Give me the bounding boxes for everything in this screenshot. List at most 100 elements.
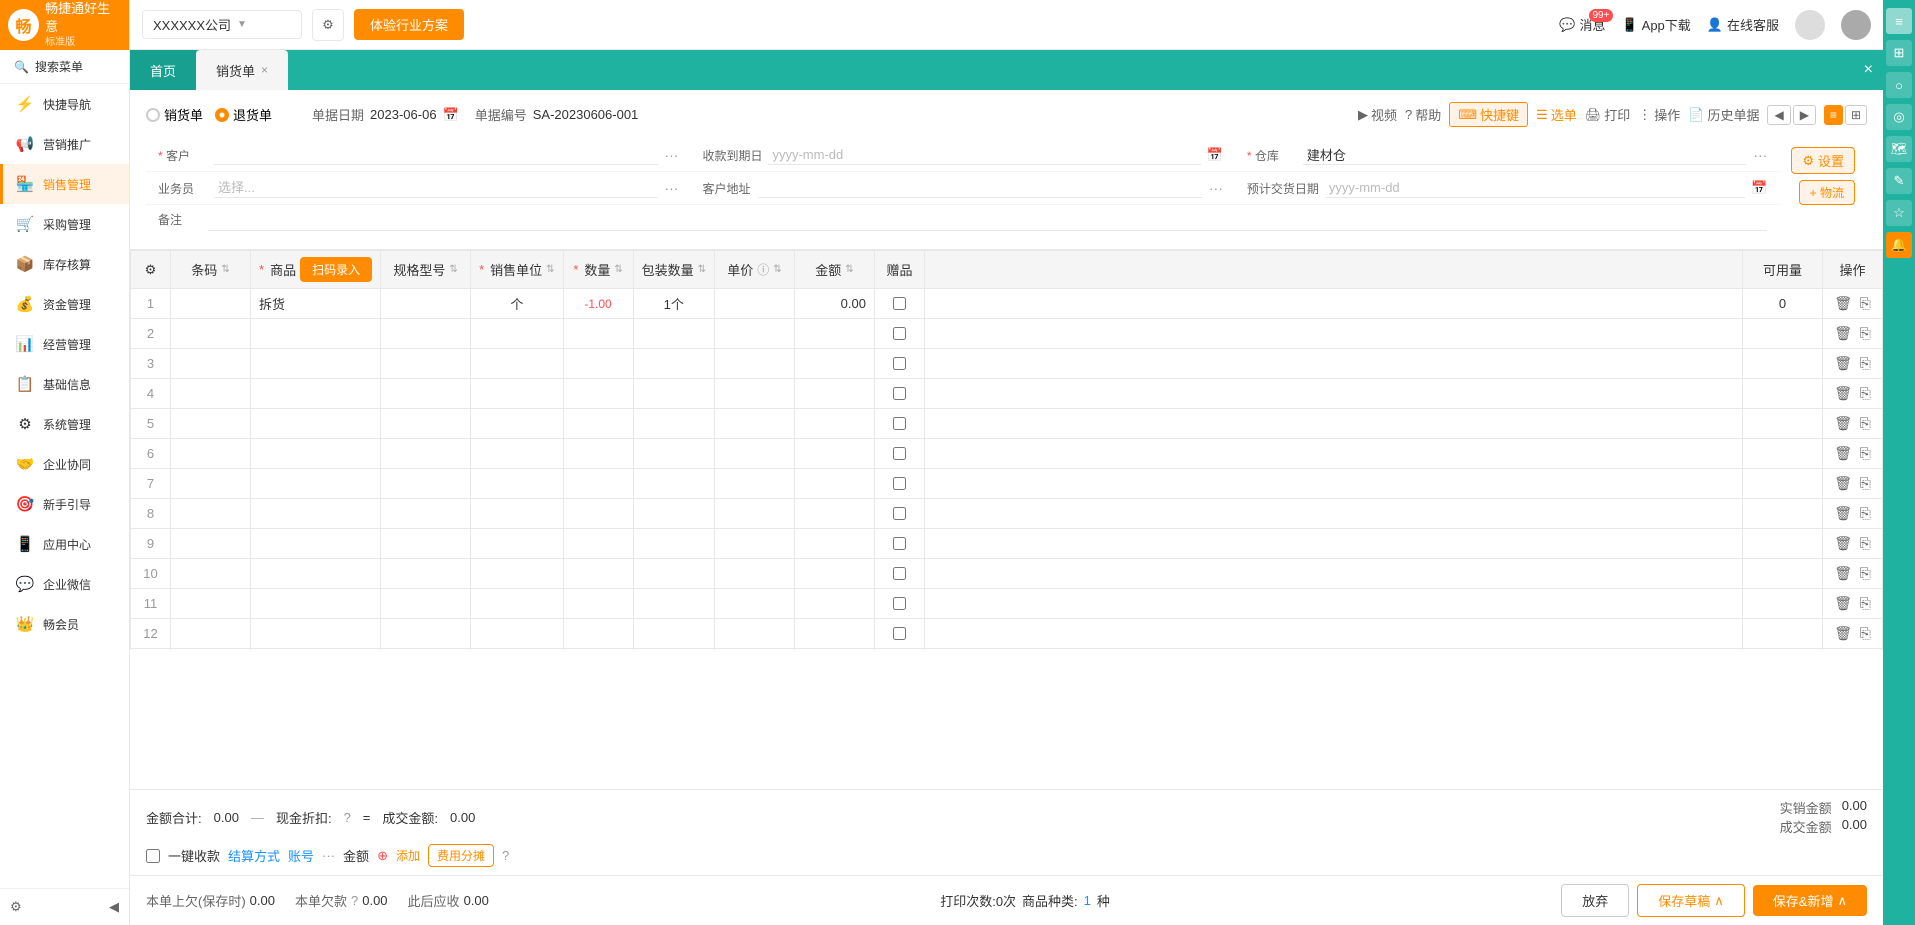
rp-pencil-btn[interactable]: ✎: [1886, 168, 1912, 194]
logistics-button[interactable]: + 物流: [1799, 180, 1855, 205]
copy-icon-1[interactable]: ⎘: [1860, 325, 1871, 341]
user-avatar-2[interactable]: [1841, 10, 1871, 40]
cell-spec-11[interactable]: [381, 619, 471, 649]
video-btn[interactable]: ▶ 视频: [1358, 105, 1397, 124]
sidebar-settings-icon[interactable]: ⚙: [10, 899, 22, 915]
experience-button[interactable]: 体验行业方案: [354, 9, 464, 40]
tab-home[interactable]: 首页: [130, 50, 196, 90]
tab-close-icon[interactable]: ×: [261, 63, 268, 77]
cell-gift-12[interactable]: [874, 649, 924, 651]
prev-button[interactable]: ◀: [1767, 105, 1790, 125]
copy-icon-11[interactable]: ⎘: [1860, 625, 1871, 641]
cell-price-4[interactable]: [714, 409, 794, 439]
cell-barcode-9[interactable]: [171, 559, 251, 589]
cell-barcode-10[interactable]: [171, 589, 251, 619]
list-view-button[interactable]: ≡: [1824, 105, 1843, 125]
cell-gift-0[interactable]: [874, 289, 924, 319]
one-click-pay-checkbox[interactable]: [146, 849, 160, 863]
cell-price-6[interactable]: [714, 469, 794, 499]
delete-icon-4[interactable]: 🗑: [1834, 415, 1852, 431]
cell-barcode-12[interactable]: [171, 649, 251, 651]
sidebar-collapse-icon[interactable]: ◀: [109, 899, 119, 915]
cell-barcode-5[interactable]: [171, 439, 251, 469]
sidebar-item-system[interactable]: ⚙ 系统管理: [0, 404, 129, 444]
sidebar-item-appstore[interactable]: 📱 应用中心: [0, 524, 129, 564]
info-icon-price[interactable]: ⓘ: [757, 261, 769, 278]
cell-qty-10[interactable]: [563, 589, 633, 619]
copy-icon-8[interactable]: ⎘: [1860, 535, 1871, 551]
cell-qty-4[interactable]: [563, 409, 633, 439]
rp-grid-view-btn[interactable]: ⊞: [1886, 40, 1912, 66]
cell-gift-3[interactable]: [874, 379, 924, 409]
cell-qty-0[interactable]: [563, 289, 633, 319]
rp-bell-btn[interactable]: 🔔: [1886, 232, 1912, 258]
customer-addr-input[interactable]: [758, 178, 1202, 198]
warehouse-more-icon[interactable]: ···: [1753, 147, 1767, 163]
print-btn[interactable]: 🖨 打印: [1585, 105, 1631, 124]
cell-gift-10[interactable]: [874, 589, 924, 619]
cell-qty-3[interactable]: [563, 379, 633, 409]
copy-icon-2[interactable]: ⎘: [1860, 355, 1871, 371]
cell-barcode-6[interactable]: [171, 469, 251, 499]
sort-icon-unit[interactable]: ⇅: [546, 264, 554, 275]
customer-input[interactable]: [214, 145, 658, 165]
save-draft-button[interactable]: 保存草稿 ∧: [1637, 884, 1745, 917]
sort-icon-qty[interactable]: ⇅: [614, 264, 622, 275]
delete-icon-5[interactable]: 🗑: [1834, 445, 1852, 461]
next-button[interactable]: ▶: [1793, 105, 1816, 125]
cell-gift-5[interactable]: [874, 439, 924, 469]
cell-price-7[interactable]: [714, 499, 794, 529]
cell-barcode-11[interactable]: [171, 619, 251, 649]
cell-price-10[interactable]: [714, 589, 794, 619]
copy-icon-7[interactable]: ⎘: [1860, 505, 1871, 521]
cell-price-9[interactable]: [714, 559, 794, 589]
message-button[interactable]: 💬 消息 99+: [1559, 15, 1605, 34]
sidebar-item-funds[interactable]: 💰 资金管理: [0, 284, 129, 324]
settings-gear-button[interactable]: ⚙: [312, 9, 344, 41]
sort-icon-amount[interactable]: ⇅: [845, 264, 853, 275]
cell-price-0[interactable]: [714, 289, 794, 319]
table-scroll[interactable]: ⚙ 条码⇅ * 商品 扫码录入: [130, 250, 1883, 650]
cell-qty-6[interactable]: [563, 469, 633, 499]
sort-icon-price[interactable]: ⇅: [773, 264, 781, 275]
save-new-button[interactable]: 保存&新增 ∧: [1753, 885, 1867, 916]
copy-icon-10[interactable]: ⎘: [1860, 595, 1871, 611]
cell-barcode-7[interactable]: [171, 499, 251, 529]
cell-spec-2[interactable]: [381, 349, 471, 379]
cell-gift-1[interactable]: [874, 319, 924, 349]
cell-qty-7[interactable]: [563, 499, 633, 529]
user-avatar[interactable]: [1795, 10, 1825, 40]
cell-qty-8[interactable]: [563, 529, 633, 559]
cell-spec-4[interactable]: [381, 409, 471, 439]
delete-icon-2[interactable]: 🗑: [1834, 355, 1852, 371]
cell-barcode-3[interactable]: [171, 379, 251, 409]
sidebar-item-quick-nav[interactable]: ⚡ 快捷导航: [0, 84, 129, 124]
cell-qty-9[interactable]: [563, 559, 633, 589]
scan-button[interactable]: 扫码录入: [300, 257, 372, 282]
cell-price-3[interactable]: [714, 379, 794, 409]
cell-gift-4[interactable]: [874, 409, 924, 439]
sidebar-item-purchase[interactable]: 🛒 采购管理: [0, 204, 129, 244]
cell-gift-11[interactable]: [874, 619, 924, 649]
sidebar-item-wxwork[interactable]: 💬 企业微信: [0, 564, 129, 604]
sidebar-item-tutorial[interactable]: 🎯 新手引导: [0, 484, 129, 524]
cell-gift-6[interactable]: [874, 469, 924, 499]
copy-icon-0[interactable]: ⎘: [1860, 295, 1871, 311]
rp-circle-btn[interactable]: ○: [1886, 72, 1912, 98]
setting-button[interactable]: ⚙ 设置: [1791, 147, 1855, 174]
cell-barcode-1[interactable]: [171, 319, 251, 349]
sidebar-item-management[interactable]: 📊 经营管理: [0, 324, 129, 364]
radio-sales-order[interactable]: 销货单: [146, 105, 203, 124]
rp-list-view-btn[interactable]: ≡: [1886, 8, 1912, 34]
delete-icon-7[interactable]: 🗑: [1834, 505, 1852, 521]
cell-price-8[interactable]: [714, 529, 794, 559]
add-button[interactable]: 添加: [396, 847, 420, 864]
total-owe-help[interactable]: ?: [351, 893, 358, 908]
sort-icon-barcode[interactable]: ⇅: [221, 264, 229, 275]
cell-price-2[interactable]: [714, 349, 794, 379]
cell-barcode-4[interactable]: [171, 409, 251, 439]
delete-icon-3[interactable]: 🗑: [1834, 385, 1852, 401]
cell-qty-1[interactable]: [563, 319, 633, 349]
add-icon[interactable]: ⊕: [377, 848, 388, 864]
salesperson-input[interactable]: [214, 178, 658, 198]
